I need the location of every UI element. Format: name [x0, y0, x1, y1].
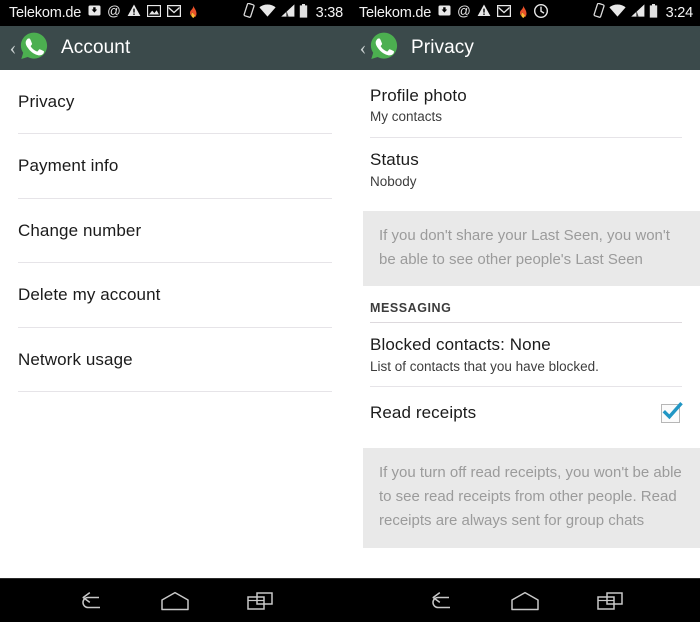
vibrate-icon: [593, 2, 605, 23]
list-item-profile-photo[interactable]: Profile photo My contacts: [350, 74, 700, 139]
info-text-last-seen: If you don't share your Last Seen, you w…: [363, 210, 700, 287]
vibrate-icon: [243, 2, 255, 23]
battery-icon: [299, 3, 308, 23]
section-header-messaging: MESSAGING: [350, 286, 700, 323]
nav-group-left: [0, 579, 350, 622]
system-navigation-bar: [0, 578, 700, 622]
status-icon-group: @: [88, 3, 242, 23]
page-title: Account: [61, 37, 131, 58]
list-item-label: Change number: [18, 220, 142, 240]
section-header-label: MESSAGING: [370, 301, 452, 316]
list-item-description: List of contacts that you have blocked.: [370, 358, 599, 374]
home-icon[interactable]: [502, 584, 548, 618]
warning-icon: [477, 4, 491, 22]
list-item-label: Network usage: [18, 349, 133, 369]
list-item-delete-my-account[interactable]: Delete my account: [0, 263, 350, 328]
recents-icon[interactable]: [237, 584, 283, 618]
back-icon[interactable]: [417, 584, 463, 618]
svg-text:@: @: [457, 4, 471, 18]
wifi-icon: [608, 4, 626, 22]
battery-icon: [649, 3, 658, 23]
list-item-label: Read receipts: [370, 403, 477, 423]
toolbar-account: ‹ Account: [0, 26, 350, 70]
list-item-read-receipts[interactable]: Read receipts: [350, 387, 700, 439]
carrier-label: Telekom.de: [9, 5, 82, 21]
flame-icon: [187, 3, 198, 23]
recents-icon[interactable]: [587, 584, 633, 618]
signal-icon: [630, 4, 645, 22]
whatsapp-logo-icon[interactable]: [19, 31, 49, 66]
image-icon: [147, 4, 162, 22]
nav-group-right: [350, 579, 700, 622]
status-icon-group: @: [438, 3, 592, 23]
list-item-label: Status: [370, 150, 419, 170]
dual-panel-container: Telekom.de @ 3:38 ‹ Account Privacy Paym…: [0, 0, 700, 578]
list-item-label: Payment info: [18, 156, 119, 176]
list-item-label: Privacy: [18, 92, 75, 111]
home-icon[interactable]: [152, 584, 198, 618]
gmail-icon: [497, 4, 512, 22]
account-list: Privacy Payment info Change number Delet…: [0, 70, 350, 578]
list-item-label: Profile photo: [370, 86, 467, 105]
list-item-change-number[interactable]: Change number: [0, 198, 350, 264]
gmail-icon: [167, 4, 182, 22]
download-icon: [88, 4, 101, 22]
privacy-list: Profile photo My contacts Status Nobody …: [350, 70, 700, 578]
carrier-label: Telekom.de: [359, 5, 432, 21]
toolbar-privacy: ‹ Privacy: [350, 26, 700, 70]
back-icon[interactable]: [67, 584, 113, 618]
page-title: Privacy: [411, 37, 474, 58]
at-icon: @: [107, 3, 121, 23]
list-item-value: My contacts: [370, 109, 443, 125]
svg-text:@: @: [107, 4, 121, 18]
list-item-label: Delete my account: [18, 285, 161, 305]
download-icon: [438, 4, 451, 22]
list-item-payment-info[interactable]: Payment info: [0, 134, 350, 199]
list-item-status[interactable]: Status Nobody: [350, 138, 700, 202]
list-item-value: Nobody: [370, 173, 417, 189]
panel-privacy: Telekom.de @ 3:24 ‹ Privacy Profile phot…: [350, 0, 700, 578]
list-item-privacy[interactable]: Privacy: [0, 70, 350, 135]
panel-account: Telekom.de @ 3:38 ‹ Account Privacy Paym…: [0, 0, 350, 578]
clock-icon: [534, 3, 549, 23]
back-chevron-icon[interactable]: ‹: [356, 38, 370, 58]
list-item-label: Blocked contacts: None: [370, 335, 551, 355]
wifi-icon: [258, 4, 276, 22]
whatsapp-logo-icon[interactable]: [369, 31, 399, 66]
signal-icon: [280, 4, 295, 22]
status-right-group: 3:38: [243, 2, 344, 23]
list-item-blocked-contacts[interactable]: Blocked contacts: None List of contacts …: [350, 323, 700, 388]
at-icon: @: [457, 3, 471, 23]
app-screen: Telekom.de @ 3:38 ‹ Account Privacy Paym…: [0, 0, 700, 622]
status-bar-account: Telekom.de @ 3:38: [0, 0, 350, 26]
clock-label: 3:38: [315, 5, 344, 21]
flame-icon: [517, 3, 528, 23]
back-chevron-icon[interactable]: ‹: [6, 38, 20, 58]
status-right-group: 3:24: [593, 2, 694, 23]
list-item-network-usage[interactable]: Network usage: [0, 327, 350, 392]
read-receipts-checkbox[interactable]: [661, 402, 683, 424]
info-text-read-receipts: If you turn off read receipts, you won't…: [363, 447, 700, 548]
status-bar-privacy: Telekom.de @ 3:24: [350, 0, 700, 26]
warning-icon: [127, 4, 141, 22]
clock-label: 3:24: [665, 5, 694, 21]
